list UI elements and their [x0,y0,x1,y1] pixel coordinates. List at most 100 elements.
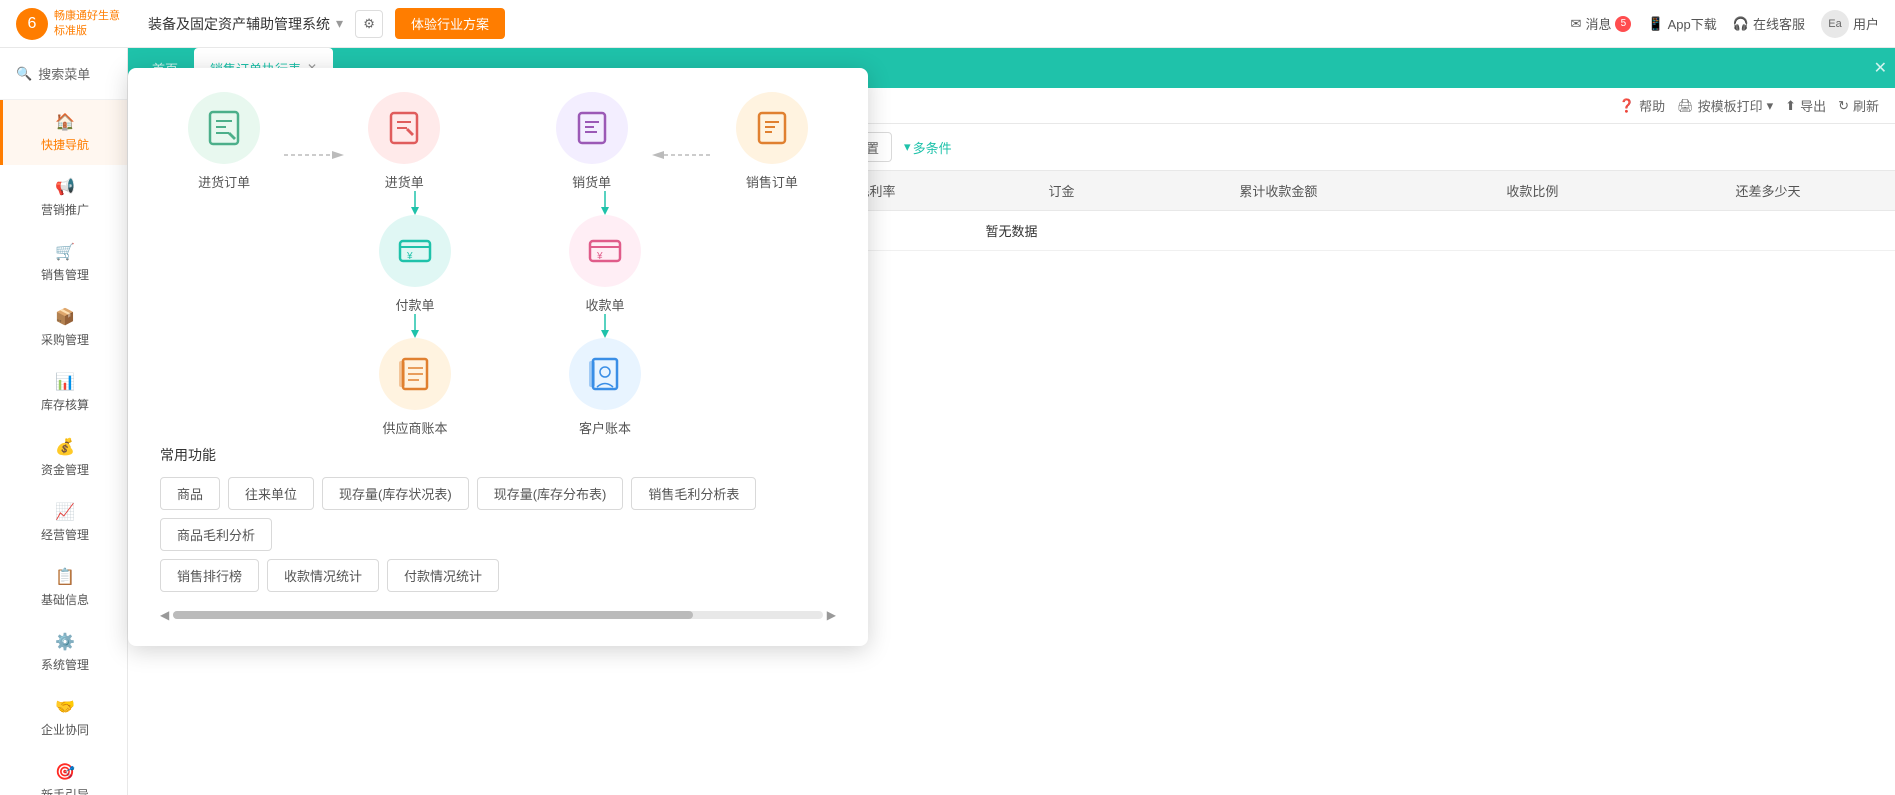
receipt-circle: ¥ [569,215,641,287]
sales-order-circle [736,92,808,164]
flow-item-supplier-account[interactable]: 供应商账本 [350,338,480,437]
expand-icon: ▾ [904,139,911,155]
flow-arrow-down-payment [350,314,480,338]
top-bar: 6 畅康通好生意 标准版 装备及固定资产辅助管理系统 ▾ ⚙ 体验行业方案 ✉ … [0,0,1895,48]
sidebar-item-finance[interactable]: 💰 资金管理 [0,425,127,490]
sidebar-item-sales[interactable]: 🛒 销售管理 [0,230,127,295]
sidebar-item-enterprise[interactable]: 🤝 企业协同 [0,685,127,750]
svg-text:¥: ¥ [406,251,413,262]
sidebar-search-area: 🔍 搜索菜单 [0,48,127,100]
flow-spacer-arrow [290,191,350,215]
common-btn-stock-status[interactable]: 现存量(库存状况表) [322,477,469,510]
flow-spacer-la [160,314,290,338]
flow-spacer-m [480,191,540,215]
enterprise-icon: 🤝 [55,697,75,717]
sidebar-item-operations[interactable]: 📈 经营管理 [0,490,127,555]
flow-spacer-la2 [290,314,350,338]
common-btn-product[interactable]: 商品 [160,477,220,510]
flow-item-payment[interactable]: ¥ 付款单 [350,215,480,314]
common-buttons-row2: 销售排行榜 收款情况统计 付款情况统计 [160,559,836,592]
common-btn-partner[interactable]: 往来单位 [228,477,314,510]
purchase-bill-circle [368,92,440,164]
gear-button[interactable]: ⚙ [355,10,383,38]
sidebar-item-purchase[interactable]: 📦 采购管理 [0,295,127,360]
online-service-button[interactable]: 🎧 在线客服 [1733,14,1805,33]
search-icon: 🔍 [16,66,32,82]
common-buttons-row1: 商品 往来单位 现存量(库存状况表) 现存量(库存分布表) 销售毛利分析表 商品… [160,477,836,551]
scroll-left-icon[interactable]: ◀ [160,608,169,622]
customer-account-label: 客户账本 [579,418,631,437]
scrollbar-thumb[interactable] [173,611,693,619]
tab-bar-close-icon[interactable]: ✕ [1874,58,1887,78]
help-icon: ❓ [1619,98,1635,114]
download-icon: 📱 [1647,16,1663,32]
sidebar-item-beginner[interactable]: 🎯 新手引导 [0,750,127,795]
sidebar-item-system[interactable]: ⚙️ 系统管理 [0,620,127,685]
common-btn-receipt-stats[interactable]: 收款情况统计 [267,559,379,592]
purchase-order-label: 进货订单 [198,172,250,191]
refresh-button[interactable]: ↻ 刷新 [1838,96,1879,115]
purchase-icon: 📦 [55,307,75,327]
popup-scrollbar: ◀ ▶ [160,608,836,622]
system-title: 装备及固定资产辅助管理系统 ▾ [148,14,343,34]
sales-bill-circle [556,92,628,164]
sidebar-item-inventory[interactable]: 📊 库存核算 [0,360,127,425]
help-button[interactable]: ❓ 帮助 [1619,96,1665,115]
template-print-button[interactable]: 🖨 按模板打印 ▾ [1677,96,1773,115]
sidebar-item-marketing[interactable]: 📢 营销推广 [0,165,127,230]
search-menu-button[interactable]: 🔍 搜索菜单 [8,58,119,89]
flow-middle-arrows [160,191,836,215]
basic-info-icon: 📋 [55,567,75,587]
common-btn-payment-stats[interactable]: 付款情况统计 [387,559,499,592]
receipt-label: 收款单 [585,295,624,314]
app-download-button[interactable]: 📱 App下载 [1647,14,1716,33]
col-receipt-ratio: 收款比例 [1424,171,1641,211]
purchase-bill-label: 进货单 [385,172,424,191]
flow-item-customer-account[interactable]: 客户账本 [540,338,670,437]
inventory-icon: 📊 [55,372,75,392]
col-days-diff: 还差多少天 [1641,171,1895,211]
flow-top-row: 进货订单 进货单 销货单 [160,92,836,191]
toolbar-right: ❓ 帮助 🖨 按模板打印 ▾ ⬆ 导出 ↻ 刷新 [1619,96,1879,115]
common-btn-product-margin[interactable]: 商品毛利分析 [160,518,272,551]
flow-item-purchase-order[interactable]: 进货订单 [160,92,288,191]
common-btn-sales-margin[interactable]: 销售毛利分析表 [631,477,756,510]
export-icon: ⬆ [1785,98,1796,114]
finance-icon: 💰 [55,437,75,457]
flow-diagram: 进货订单 进货单 销货单 [160,92,836,437]
purchase-order-circle [188,92,260,164]
flow-item-sales-bill[interactable]: 销货单 [528,92,656,191]
operations-icon: 📈 [55,502,75,522]
scroll-right-icon[interactable]: ▶ [827,608,836,622]
payment-label: 付款单 [395,295,434,314]
flow-spacer-left [160,191,290,215]
flow-arrow-down-purchase [350,191,480,215]
col-total-receipt: 累计收款金额 [1133,171,1424,211]
flow-arrow-right1 [284,147,344,191]
export-button[interactable]: ⬆ 导出 [1785,96,1826,115]
common-btn-stock-dist[interactable]: 现存量(库存分布表) [477,477,624,510]
flow-item-sales-order[interactable]: 销售订单 [708,92,836,191]
message-icon: ✉ [1571,16,1582,32]
col-deposit: 订金 [990,171,1133,211]
common-btn-sales-ranking[interactable]: 销售排行榜 [160,559,259,592]
payment-circle: ¥ [379,215,451,287]
flow-second-row: ¥ 付款单 ¥ 收款单 [290,215,836,314]
beginner-icon: 🎯 [55,762,75,782]
flow-spacer-la3 [480,314,540,338]
sidebar-item-basic-info[interactable]: 📋 基础信息 [0,555,127,620]
sales-bill-label: 销货单 [572,172,611,191]
trial-button[interactable]: 体验行业方案 [395,8,505,39]
title-dropdown-icon[interactable]: ▾ [336,15,343,32]
more-conditions-button[interactable]: ▾ 多条件 [904,138,952,157]
flow-item-purchase-bill[interactable]: 进货单 [340,92,468,191]
common-functions-title: 常用功能 [160,445,836,465]
avatar: Ea [1821,10,1849,38]
flow-third-row: 供应商账本 客户账本 [290,338,836,437]
customer-account-circle [569,338,641,410]
flow-item-receipt[interactable]: ¥ 收款单 [540,215,670,314]
sidebar-item-quick-nav[interactable]: 🏠 快捷导航 [0,100,127,165]
quick-nav-icon: 🏠 [55,112,75,132]
message-button[interactable]: ✉ 消息 5 [1571,14,1632,33]
user-menu[interactable]: Ea 用户 [1821,10,1879,38]
